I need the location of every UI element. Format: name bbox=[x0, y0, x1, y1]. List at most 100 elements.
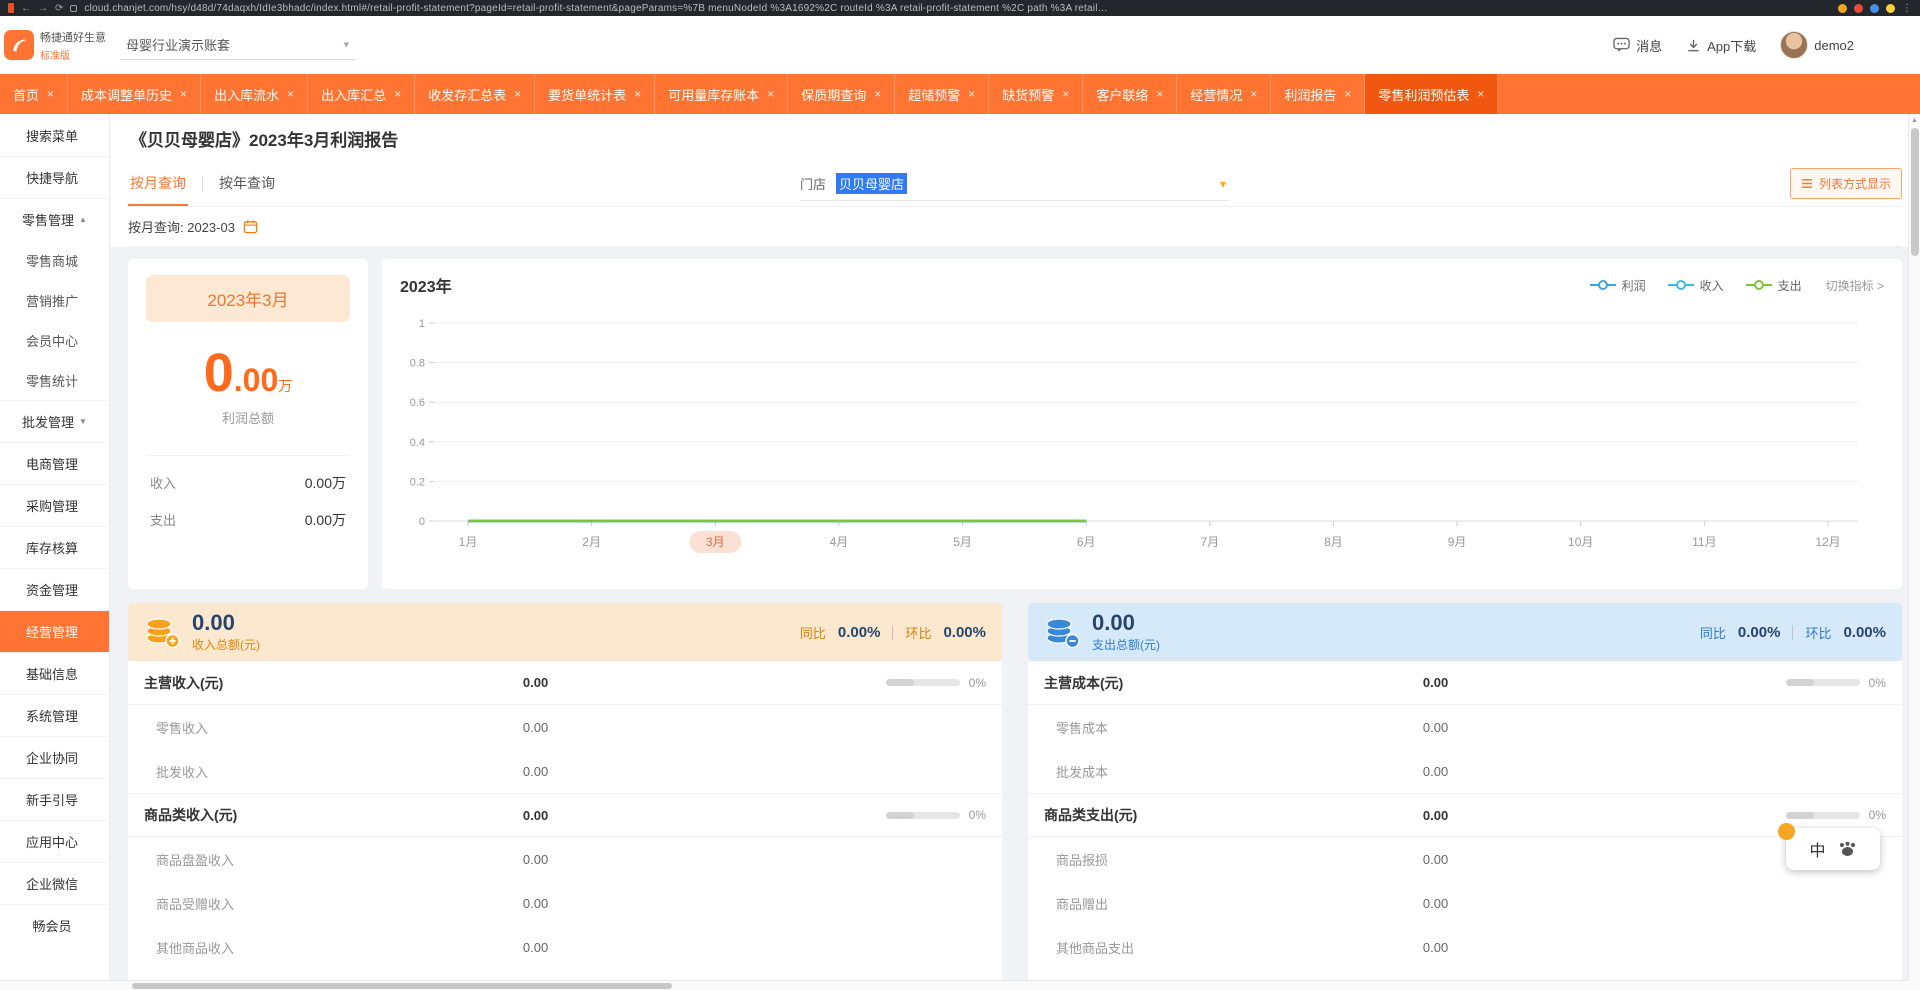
tab[interactable]: 利润报告 × bbox=[1271, 74, 1366, 114]
app-download-button[interactable]: App下载 bbox=[1686, 36, 1756, 55]
sidebar-item[interactable]: 基础信息 bbox=[0, 652, 109, 694]
legend-item[interactable]: 收入 bbox=[1667, 277, 1724, 294]
legend-item[interactable]: 支出 bbox=[1745, 277, 1802, 294]
list-display-button[interactable]: 列表方式显示 bbox=[1789, 168, 1902, 199]
tab[interactable]: 保质期查询 × bbox=[788, 74, 896, 114]
profile-icon[interactable] bbox=[1886, 3, 1895, 13]
tab[interactable]: 超储预警 × bbox=[895, 74, 990, 114]
sidebar-item[interactable]: 新手引导 bbox=[0, 778, 109, 820]
tab[interactable]: 首页 × bbox=[0, 74, 69, 114]
sidebar-item[interactable]: 会员中心 bbox=[0, 320, 109, 360]
coins-minus-icon bbox=[1046, 618, 1080, 649]
tab[interactable]: 收发存汇总表 × bbox=[415, 74, 536, 114]
sidebar-item[interactable]: 企业协同 bbox=[0, 736, 109, 778]
horizontal-scrollbar[interactable] bbox=[0, 980, 1908, 990]
calendar-icon[interactable] bbox=[243, 219, 258, 234]
tab[interactable]: 出入库汇总 × bbox=[308, 74, 416, 114]
sidebar-item[interactable]: 电商管理 bbox=[0, 442, 109, 484]
ime-language-indicator[interactable]: 中 bbox=[1809, 837, 1825, 861]
sidebar-item[interactable]: 畅会员 bbox=[0, 904, 109, 946]
profit-summary-card: 2023年3月 0.00万 利润总额 收入 0.00万 支出 0.00万 bbox=[128, 259, 368, 589]
store-select[interactable]: 门店 贝贝母婴店 ▾ bbox=[800, 167, 1230, 201]
table-row: 商品赠出 0.00 bbox=[1028, 881, 1902, 925]
sidebar-item[interactable]: 库存核算 bbox=[0, 526, 109, 568]
vertical-scrollbar[interactable]: ▲ bbox=[1908, 114, 1920, 980]
chevron-down-icon[interactable]: ▾ bbox=[1220, 177, 1230, 191]
progress-bar-fill bbox=[1785, 811, 1814, 819]
sidebar-item[interactable]: 营销推广 bbox=[0, 280, 109, 320]
sidebar-item[interactable]: 零售管理 ▲ bbox=[0, 198, 109, 240]
address-bar[interactable]: cloud.chanjet.com/hsy/d48d/74daqxh/IdIe3… bbox=[84, 3, 1831, 14]
tab[interactable]: 缺货预警 × bbox=[989, 74, 1084, 114]
table-row: 批发成本 0.00 bbox=[1028, 749, 1902, 793]
sidebar-item[interactable]: 搜索菜单 bbox=[0, 114, 109, 156]
tab-close-icon[interactable]: × bbox=[1062, 87, 1069, 101]
refresh-icon[interactable]: ⟳ bbox=[55, 3, 63, 14]
tab-close-icon[interactable]: × bbox=[514, 87, 521, 101]
tab-close-icon[interactable]: × bbox=[634, 87, 641, 101]
tab[interactable]: 可用量库存账本 × bbox=[655, 74, 789, 114]
progress-bar bbox=[885, 679, 960, 686]
ime-toolbar[interactable]: 中 bbox=[1778, 823, 1880, 870]
date-filter-row: 按月查询: 2023-03 bbox=[128, 207, 1902, 247]
sidebar-item[interactable]: 资金管理 bbox=[0, 568, 109, 610]
row-value: 0.00 bbox=[522, 719, 549, 735]
account-set-select[interactable]: 母婴行业演示账套 ▾ bbox=[120, 30, 355, 60]
tab-query-by-year[interactable]: 按年查询 bbox=[217, 161, 277, 206]
tab-query-by-month[interactable]: 按月查询 bbox=[128, 161, 188, 206]
sidebar-item[interactable]: 企业微信 bbox=[0, 862, 109, 904]
forward-icon[interactable]: → bbox=[38, 3, 48, 14]
tab-close-icon[interactable]: × bbox=[287, 87, 294, 101]
profit-value-decimal: .00 bbox=[233, 362, 279, 398]
browser-menu-icon[interactable]: ⋮ bbox=[1902, 3, 1912, 14]
sidebar-item[interactable]: 经营管理 bbox=[0, 610, 109, 652]
sidebar-item[interactable]: 零售商城 bbox=[0, 240, 109, 280]
tab-close-icon[interactable]: × bbox=[394, 87, 401, 101]
tab-close-icon[interactable]: × bbox=[968, 87, 975, 101]
extension-icon[interactable] bbox=[1870, 3, 1879, 13]
row-value: 0.00 bbox=[522, 895, 549, 911]
scroll-up-icon[interactable]: ▲ bbox=[1909, 114, 1920, 126]
sidebar-item[interactable]: 应用中心 bbox=[0, 820, 109, 862]
tab-close-icon[interactable]: × bbox=[1477, 87, 1484, 101]
sidebar-item[interactable]: 零售统计 bbox=[0, 360, 109, 400]
ime-paw-icon[interactable] bbox=[1838, 841, 1857, 858]
tab[interactable]: 经营情况 × bbox=[1177, 74, 1272, 114]
horizontal-scrollbar-thumb[interactable] bbox=[132, 983, 672, 989]
tab-close-icon[interactable]: × bbox=[1344, 87, 1351, 101]
tab-label: 首页 bbox=[13, 87, 40, 103]
back-icon[interactable]: ← bbox=[21, 3, 31, 14]
extension-icon[interactable] bbox=[1854, 3, 1863, 13]
tab[interactable]: 出入库流水 × bbox=[201, 74, 309, 114]
extension-icon[interactable] bbox=[1838, 3, 1847, 13]
messages-button[interactable]: 消息 bbox=[1613, 36, 1662, 55]
tab[interactable]: 零售利润预估表 × bbox=[1365, 74, 1499, 114]
tab[interactable]: 客户联络 × bbox=[1083, 74, 1178, 114]
chevron-down-icon: ▾ bbox=[343, 39, 349, 51]
avatar[interactable] bbox=[1780, 31, 1809, 59]
sidebar-item[interactable]: 系统管理 bbox=[0, 694, 109, 736]
tab[interactable]: 成本调整单历史 × bbox=[68, 74, 202, 114]
tab-close-icon[interactable]: × bbox=[874, 87, 881, 101]
tab-close-icon[interactable]: × bbox=[180, 87, 187, 101]
tab-close-icon[interactable]: × bbox=[47, 87, 54, 101]
sidebar-item[interactable]: 批发管理 ▼ bbox=[0, 400, 109, 442]
switch-metric-link[interactable]: 切换指标 > bbox=[1826, 277, 1884, 294]
sidebar-item[interactable]: 采购管理 bbox=[0, 484, 109, 526]
tab-close-icon[interactable]: × bbox=[767, 87, 774, 101]
vertical-scrollbar-thumb[interactable] bbox=[1910, 128, 1919, 256]
site-security-icon[interactable] bbox=[70, 4, 78, 12]
tab[interactable]: 要货单统计表 × bbox=[535, 74, 656, 114]
tab-close-icon[interactable]: × bbox=[1156, 87, 1163, 101]
row-value: 0.00 bbox=[1422, 719, 1449, 735]
store-select-value[interactable]: 贝贝母婴店 bbox=[836, 173, 908, 194]
sidebar-item-label: 应用中心 bbox=[25, 835, 78, 850]
legend-item[interactable]: 利润 bbox=[1589, 277, 1646, 294]
svg-text:8月: 8月 bbox=[1324, 535, 1343, 549]
list-icon bbox=[1801, 179, 1813, 188]
tab-close-icon[interactable]: × bbox=[1250, 87, 1257, 101]
user-menu[interactable]: demo2 bbox=[1780, 31, 1854, 59]
date-query-value[interactable]: 按月查询: 2023-03 bbox=[128, 217, 235, 236]
sidebar-item[interactable]: 快捷导航 bbox=[0, 156, 109, 198]
app-logo: 畅捷通好生意 标准版 bbox=[0, 29, 110, 62]
